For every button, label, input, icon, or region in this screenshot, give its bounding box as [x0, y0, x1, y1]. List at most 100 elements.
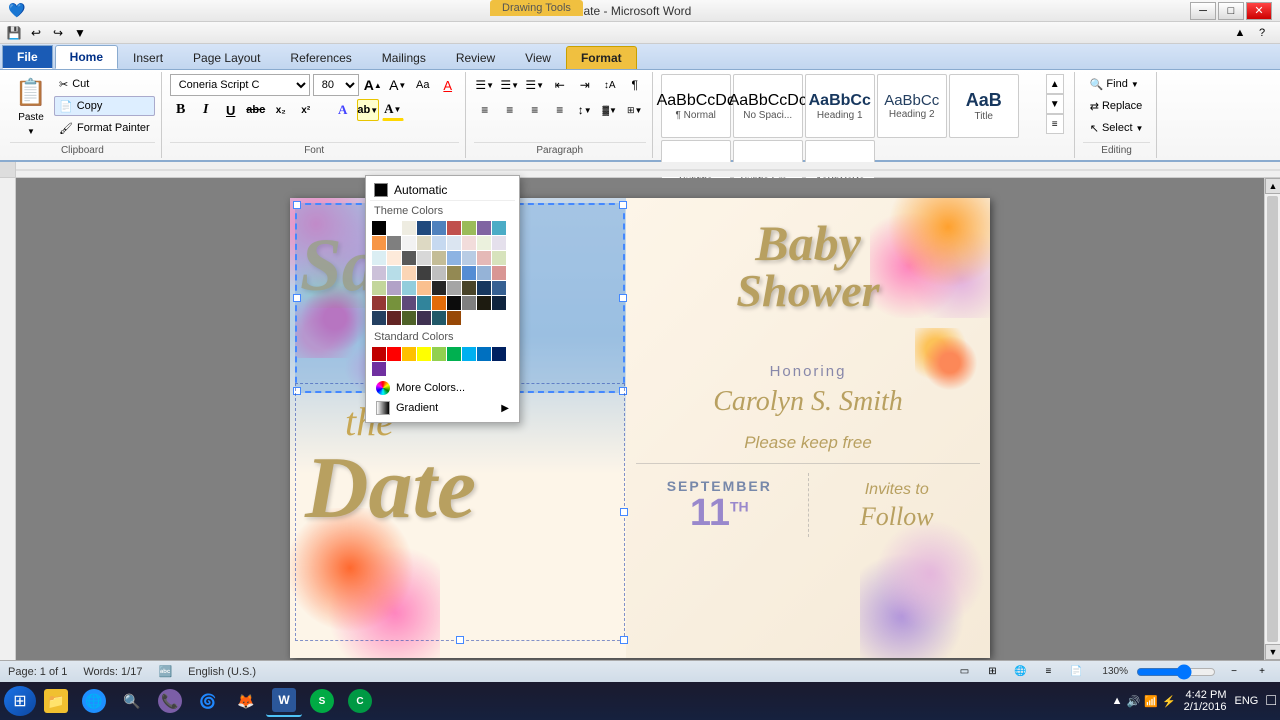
maximize-button[interactable]: □ [1218, 2, 1244, 20]
tab-mailings[interactable]: Mailings [367, 46, 441, 69]
theme-color-swatch[interactable] [432, 281, 446, 295]
style-heading1[interactable]: AaBbCc Heading 1 [805, 74, 875, 138]
gradient-option[interactable]: Gradient ▶ [370, 398, 515, 418]
theme-color-swatch[interactable] [432, 251, 446, 265]
theme-color-swatch[interactable] [492, 251, 506, 265]
theme-color-swatch[interactable] [462, 266, 476, 280]
standard-color-swatch[interactable] [417, 347, 431, 361]
standard-color-swatch[interactable] [372, 347, 386, 361]
theme-color-swatch[interactable] [447, 281, 461, 295]
line-spacing-btn[interactable]: ↕▼ [574, 99, 596, 121]
theme-color-swatch[interactable] [492, 266, 506, 280]
replace-btn[interactable]: ⇄Replace [1083, 96, 1150, 116]
automatic-color-option[interactable]: Automatic [370, 180, 515, 201]
numbering-btn[interactable]: ☰▼ [499, 74, 521, 96]
print-layout-btn[interactable]: ▭ [954, 663, 974, 681]
theme-color-swatch[interactable] [432, 221, 446, 235]
save-quick-btn[interactable]: 💾 [4, 24, 24, 42]
grow-font-btn[interactable]: A▲ [362, 74, 384, 96]
align-center-btn[interactable]: ≡ [499, 99, 521, 121]
theme-color-swatch[interactable] [402, 221, 416, 235]
theme-color-swatch[interactable] [372, 221, 386, 235]
font-color-btn[interactable]: A▼ [382, 99, 404, 121]
theme-color-swatch[interactable] [432, 236, 446, 250]
theme-color-swatch[interactable] [387, 296, 401, 310]
tab-format[interactable]: Format [566, 46, 637, 69]
standard-color-swatch[interactable] [462, 347, 476, 361]
taskbar-app2[interactable]: C [342, 685, 378, 717]
theme-color-swatch[interactable] [387, 281, 401, 295]
theme-color-swatch[interactable] [492, 221, 506, 235]
theme-color-swatch[interactable] [477, 281, 491, 295]
theme-color-swatch[interactable] [462, 236, 476, 250]
cut-button[interactable]: ✂Cut [54, 74, 155, 94]
paste-button[interactable]: 📋 Paste ▼ [10, 74, 52, 138]
theme-color-swatch[interactable] [417, 236, 431, 250]
help-btn[interactable]: ? [1252, 24, 1272, 42]
minimize-button[interactable]: ─ [1190, 2, 1216, 20]
theme-color-swatch[interactable] [492, 236, 506, 250]
theme-color-swatch[interactable] [432, 296, 446, 310]
scroll-down-btn[interactable]: ▼ [1265, 644, 1280, 660]
standard-color-swatch[interactable] [477, 347, 491, 361]
styles-scroll-up-btn[interactable]: ▲ [1046, 74, 1064, 94]
web-layout-btn[interactable]: 🌐 [1010, 663, 1030, 681]
redo-quick-btn[interactable]: ↪ [48, 24, 68, 42]
style-no-spacing[interactable]: AaBbCcDc No Spaci... [733, 74, 803, 138]
handle-tl[interactable] [293, 201, 301, 209]
shading-btn[interactable]: ▓▼ [599, 99, 621, 121]
theme-color-swatch[interactable] [477, 266, 491, 280]
theme-color-swatch[interactable] [417, 221, 431, 235]
bullets-btn[interactable]: ☰▼ [474, 74, 496, 96]
justify-btn[interactable]: ≡ [549, 99, 571, 121]
theme-color-swatch[interactable] [402, 266, 416, 280]
handle-tr[interactable] [619, 201, 627, 209]
theme-color-swatch[interactable] [372, 296, 386, 310]
handle-bc3[interactable] [456, 636, 464, 644]
tab-page-layout[interactable]: Page Layout [178, 46, 275, 69]
standard-color-swatch[interactable] [372, 362, 386, 376]
handle-ml[interactable] [293, 294, 301, 302]
theme-color-swatch[interactable] [447, 221, 461, 235]
theme-color-swatch[interactable] [447, 251, 461, 265]
theme-color-swatch[interactable] [462, 221, 476, 235]
handle-br2[interactable] [620, 636, 628, 644]
sort-btn[interactable]: ↕A [599, 74, 621, 96]
style-heading2[interactable]: AaBbCc Heading 2 [877, 74, 947, 138]
clear-format-btn[interactable]: A [437, 74, 459, 96]
highlight-btn[interactable]: ab▼ [357, 99, 379, 121]
theme-color-swatch[interactable] [417, 281, 431, 295]
theme-color-swatch[interactable] [387, 236, 401, 250]
theme-color-swatch[interactable] [492, 296, 506, 310]
theme-color-swatch[interactable] [477, 296, 491, 310]
theme-color-swatch[interactable] [402, 296, 416, 310]
taskbar-ie[interactable]: 🌐 [76, 685, 112, 717]
theme-color-swatch[interactable] [402, 251, 416, 265]
outline-btn[interactable]: ≡ [1038, 663, 1058, 681]
theme-color-swatch[interactable] [447, 236, 461, 250]
theme-color-swatch[interactable] [387, 311, 401, 325]
bold-btn[interactable]: B [170, 99, 192, 121]
taskbar-viber[interactable]: 📞 [152, 685, 188, 717]
font-name-select[interactable]: Coneria Script C [170, 74, 310, 96]
style-normal[interactable]: AaBbCcDc ¶ Normal [661, 74, 731, 138]
standard-color-swatch[interactable] [492, 347, 506, 361]
theme-color-swatch[interactable] [462, 251, 476, 265]
start-button[interactable]: ⊞ [4, 686, 36, 716]
zoom-slider[interactable] [1136, 668, 1216, 676]
select-btn[interactable]: ↖Select▼ [1083, 118, 1151, 138]
more-colors-option[interactable]: More Colors... [370, 378, 515, 398]
vertical-scrollbar[interactable]: ▲ ▼ [1264, 178, 1280, 660]
zoom-out-btn[interactable]: − [1224, 663, 1244, 681]
theme-color-swatch[interactable] [372, 236, 386, 250]
language-info[interactable]: English (U.S.) [188, 666, 256, 678]
theme-color-swatch[interactable] [447, 266, 461, 280]
theme-color-swatch[interactable] [372, 311, 386, 325]
ribbon-minimize-btn[interactable]: ▲ [1230, 24, 1250, 42]
change-case-btn[interactable]: Aa [412, 74, 434, 96]
superscript-btn[interactable]: x² [295, 99, 317, 121]
subscript-btn[interactable]: x₂ [270, 99, 292, 121]
taskbar-file-explorer[interactable]: 📁 [38, 685, 74, 717]
theme-color-swatch[interactable] [417, 311, 431, 325]
spell-check-icon[interactable]: 🔤 [158, 665, 172, 678]
